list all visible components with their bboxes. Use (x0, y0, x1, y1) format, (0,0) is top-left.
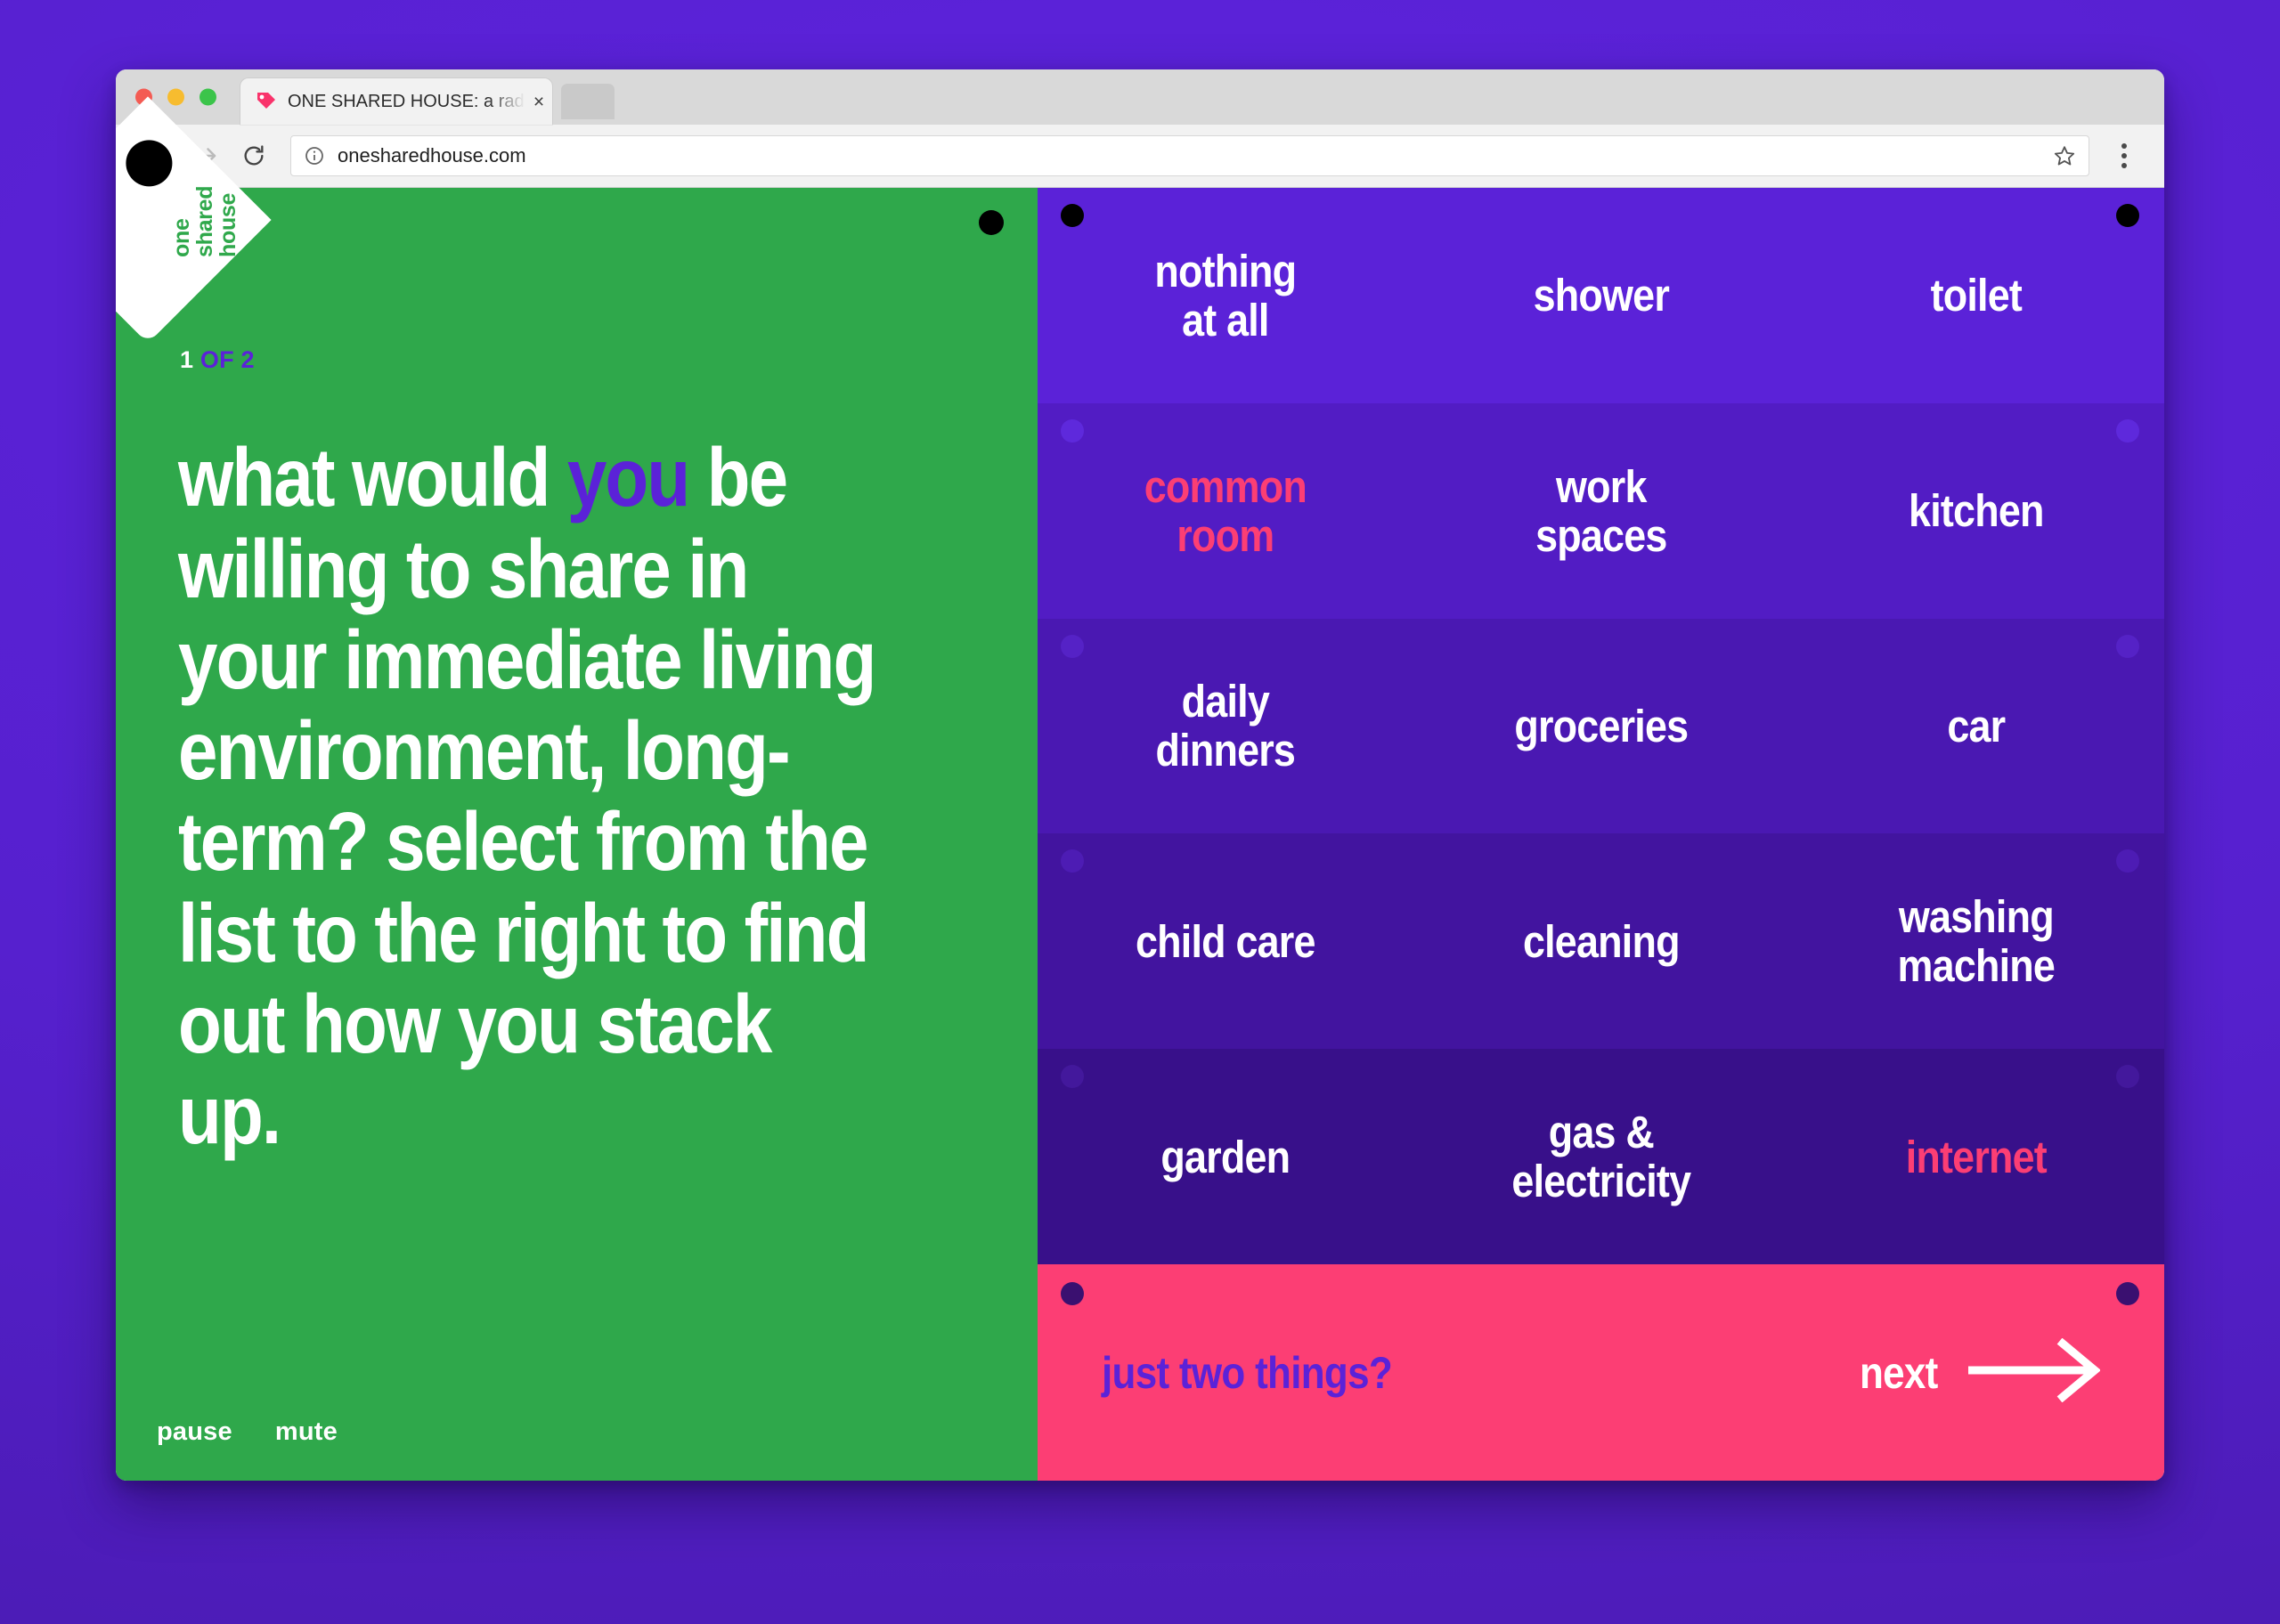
option-cleaning[interactable]: cleaning (1436, 917, 1766, 966)
next-button-label: next (1860, 1347, 1939, 1398)
option-daily-dinners[interactable]: daily dinners (1060, 677, 1390, 775)
browser-tab[interactable]: ONE SHARED HOUSE: a radical × (240, 78, 552, 125)
pause-button[interactable]: pause (157, 1417, 232, 1447)
new-tab-slot[interactable] (561, 84, 615, 119)
row-corner-dot (2116, 418, 2139, 443)
media-controls: pause mute (157, 1417, 338, 1447)
option-internet[interactable]: internet (1812, 1132, 2142, 1181)
options-panel: nothing at all shower toilet common room wor… (1038, 188, 2164, 1481)
step-counter: 1 OF 2 (180, 346, 255, 374)
row-corner-dot (2116, 634, 2139, 658)
row-corner-dot (2116, 849, 2139, 873)
pink-tag-favicon (255, 90, 278, 113)
headline-part-one: what would (178, 431, 567, 524)
row-corner-dot (1061, 204, 1084, 227)
maximize-window-button[interactable] (200, 88, 216, 106)
cta-bar: just two things? next (1038, 1264, 2164, 1481)
row-corner-dot (1061, 1065, 1084, 1089)
option-washing-machine[interactable]: washing machine (1812, 892, 2142, 990)
cta-corner-dot-right (2116, 1282, 2139, 1305)
mute-button[interactable]: mute (275, 1417, 338, 1447)
option-row: child care cleaning washing machine (1038, 833, 2164, 1050)
option-child-care[interactable]: child care (1060, 917, 1390, 966)
option-nothing-at-all[interactable]: nothing at all (1060, 247, 1390, 345)
headline-accent-word: you (566, 431, 690, 524)
option-row: nothing at all shower toilet (1038, 188, 2164, 403)
question-panel: one shared house 1 OF 2 what would you b… (116, 96, 1038, 1481)
next-button[interactable]: next (1854, 1337, 2102, 1407)
logo-hole-icon (126, 140, 173, 187)
three-dot-menu-icon[interactable] (2102, 134, 2146, 178)
just-two-things-prompt[interactable]: just two things? (1102, 1347, 1393, 1399)
logo-line-shared: shared (191, 185, 217, 257)
close-icon[interactable]: × (525, 93, 552, 111)
browser-tab-strip: ONE SHARED HOUSE: a radical × (116, 69, 2164, 125)
row-corner-dot (1061, 418, 1084, 443)
info-circle-icon[interactable] (304, 145, 325, 166)
row-corner-dot (2116, 1065, 2139, 1089)
step-counter-total: OF 2 (200, 346, 255, 373)
reload-icon[interactable] (230, 132, 278, 180)
option-row: common room work spaces kitchen (1038, 402, 2164, 619)
panel-corner-dot (979, 210, 1004, 235)
page-title: what would you be willing to share in yo… (178, 431, 876, 1162)
option-garden[interactable]: garden (1060, 1132, 1390, 1181)
logo-line-one: one (169, 218, 194, 257)
headline-part-two: be willing to share in your immediate li… (178, 431, 876, 1162)
cta-corner-dot-left (1061, 1282, 1084, 1305)
option-toilet[interactable]: toilet (1812, 271, 2142, 320)
star-bookmark-icon[interactable] (2053, 144, 2076, 167)
url-text: onesharedhouse.com (338, 144, 526, 166)
page-viewport: one shared house 1 OF 2 what would you b… (116, 96, 2164, 1481)
option-shower[interactable]: shower (1436, 271, 1766, 320)
long-right-arrow-icon (1966, 1337, 2102, 1407)
minimize-window-button[interactable] (167, 88, 184, 106)
option-row: daily dinners groceries car (1038, 618, 2164, 834)
browser-window: ONE SHARED HOUSE: a radical × onesharedh… (116, 69, 2164, 1481)
logo-wordmark: one shared house (169, 185, 240, 257)
browser-tab-title: ONE SHARED HOUSE: a radical (288, 91, 525, 111)
option-row: garden gas & electricity internet (1038, 1049, 2164, 1264)
step-counter-current: 1 (180, 346, 194, 373)
option-gas-electricity[interactable]: gas & electricity (1436, 1108, 1766, 1206)
row-corner-dot (1061, 849, 1084, 873)
option-groceries[interactable]: groceries (1436, 702, 1766, 751)
option-work-spaces[interactable]: work spaces (1436, 462, 1766, 560)
logo-line-house: house (215, 192, 240, 257)
row-corner-dot (2116, 204, 2139, 227)
address-bar[interactable]: onesharedhouse.com (290, 135, 2089, 176)
option-kitchen[interactable]: kitchen (1812, 486, 2142, 535)
option-car[interactable]: car (1812, 702, 2142, 751)
row-corner-dot (1061, 634, 1084, 658)
option-common-room[interactable]: common room (1060, 462, 1390, 560)
browser-toolbar: onesharedhouse.com (116, 125, 2164, 188)
